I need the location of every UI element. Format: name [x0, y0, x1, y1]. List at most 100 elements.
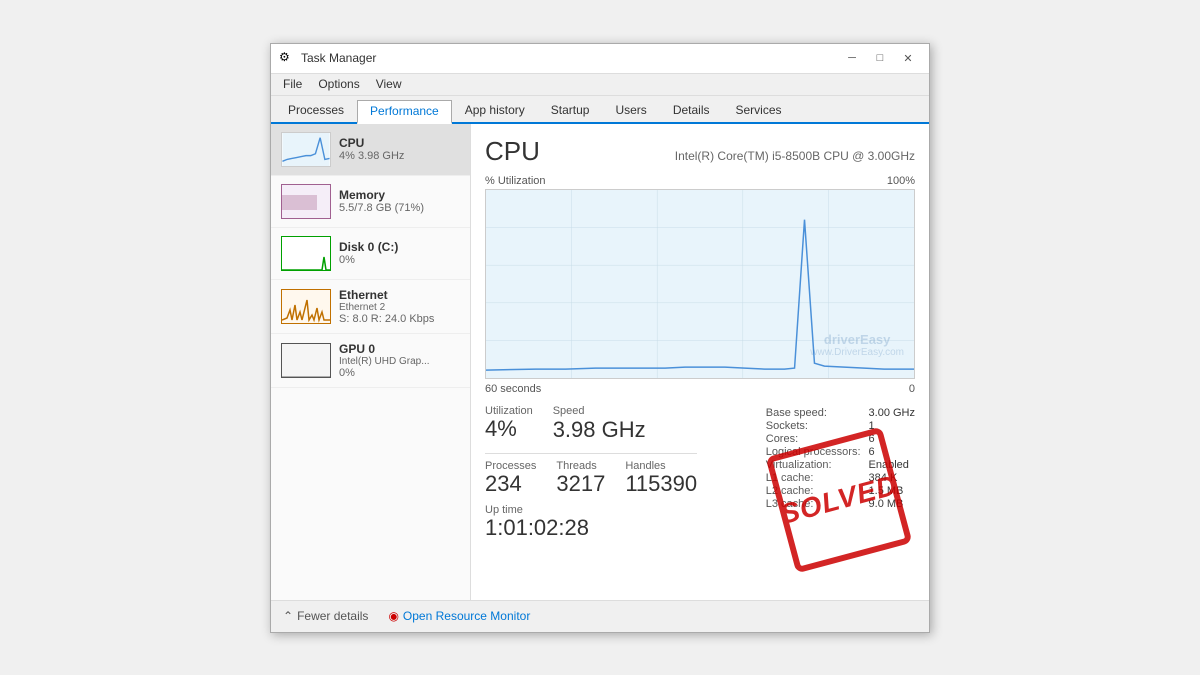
window-controls: ─ □ ✕ [839, 48, 921, 68]
tab-app-history[interactable]: App history [452, 98, 538, 122]
sidebar-item-disk[interactable]: Disk 0 (C:) 0% [271, 228, 470, 280]
l1-key: L1 cache: [766, 472, 861, 484]
l2-val: 1.5 MB [869, 485, 915, 497]
sidebar-item-gpu[interactable]: GPU 0 Intel(R) UHD Grap... 0% [271, 334, 470, 388]
speed-label: Speed [553, 405, 646, 417]
processes-label: Processes [485, 460, 536, 472]
sockets-key: Sockets: [766, 420, 861, 432]
cpu-title: CPU [485, 136, 540, 167]
memory-sidebar-label: Memory [339, 188, 424, 202]
menu-file[interactable]: File [275, 75, 310, 93]
task-manager-window: ⚙ Task Manager ─ □ ✕ File Options View P… [270, 43, 930, 633]
disk-sidebar-info: Disk 0 (C:) 0% [339, 240, 398, 266]
tab-startup[interactable]: Startup [538, 98, 603, 122]
utilization-value: 4% [485, 417, 533, 441]
fewer-details-button[interactable]: ⌃ Fewer details [283, 609, 368, 623]
title-bar: ⚙ Task Manager ─ □ ✕ [271, 44, 929, 74]
logical-val: 6 [869, 446, 915, 458]
maximize-button[interactable]: □ [867, 48, 893, 68]
gpu-sidebar-label: GPU 0 [339, 342, 430, 356]
handles-block: Handles 115390 [625, 460, 697, 496]
util-label: % Utilization [485, 175, 546, 187]
base-speed-key: Base speed: [766, 407, 861, 419]
tab-processes[interactable]: Processes [275, 98, 357, 122]
memory-thumbnail [281, 184, 331, 219]
cpu-sidebar-sub: 4% 3.98 GHz [339, 150, 404, 162]
sidebar-item-memory[interactable]: Memory 5.5/7.8 GB (71%) [271, 176, 470, 228]
minimize-button[interactable]: ─ [839, 48, 865, 68]
ethernet-thumbnail [281, 289, 331, 324]
disk-thumbnail [281, 236, 331, 271]
menu-options[interactable]: Options [310, 75, 367, 93]
monitor-icon: ◉ [388, 609, 398, 623]
threads-label: Threads [556, 460, 605, 472]
speed-value: 3.98 GHz [553, 417, 646, 443]
threads-value: 3217 [556, 472, 605, 496]
gpu-thumbnail [281, 343, 331, 378]
main-header: CPU Intel(R) Core(TM) i5-8500B CPU @ 3.0… [485, 136, 915, 167]
processes-block: Processes 234 [485, 460, 536, 496]
disk-sidebar-label: Disk 0 (C:) [339, 240, 398, 254]
ethernet-sidebar-sub: S: 8.0 R: 24.0 Kbps [339, 313, 434, 325]
cpu-chart: driverEasy www.DriverEasy.com [485, 189, 915, 379]
uptime-block: Up time 1:01:02:28 [485, 504, 697, 540]
tab-services[interactable]: Services [723, 98, 795, 122]
speed-block: Speed 3.98 GHz [553, 405, 646, 443]
memory-sidebar-info: Memory 5.5/7.8 GB (71%) [339, 188, 424, 214]
tab-details[interactable]: Details [660, 98, 723, 122]
close-button[interactable]: ✕ [895, 48, 921, 68]
watermark: driverEasy www.DriverEasy.com [810, 332, 904, 358]
time-bar: 60 seconds 0 [485, 383, 915, 395]
gpu-sidebar-info: GPU 0 Intel(R) UHD Grap... 0% [339, 342, 430, 379]
l3-val: 9.0 MB [869, 498, 915, 510]
time-right: 0 [909, 383, 915, 395]
main-panel-wrapper: CPU Intel(R) Core(TM) i5-8500B CPU @ 3.0… [471, 124, 929, 600]
sockets-val: 1 [869, 420, 915, 432]
tabs-bar: Processes Performance App history Startu… [271, 96, 929, 124]
stats-row-1: Utilization 4% Speed 3.98 GHz [485, 405, 697, 443]
logical-key: Logical processors: [766, 446, 861, 458]
processes-value: 234 [485, 472, 536, 496]
handles-value: 115390 [625, 472, 697, 496]
menu-bar: File Options View [271, 74, 929, 96]
l1-val: 384 K [869, 472, 915, 484]
tab-performance[interactable]: Performance [357, 100, 452, 124]
bottom-bar: ⌃ Fewer details ◉ Open Resource Monitor [271, 600, 929, 632]
cores-key: Cores: [766, 433, 861, 445]
main-panel: CPU Intel(R) Core(TM) i5-8500B CPU @ 3.0… [471, 124, 929, 600]
cpu-sidebar-label: CPU [339, 136, 404, 150]
util-bar: % Utilization 100% [485, 175, 915, 187]
details-grid: Base speed: 3.00 GHz Sockets: 1 Cores: 6… [766, 407, 915, 510]
ethernet-sidebar-label: Ethernet [339, 288, 434, 302]
handles-label: Handles [625, 460, 697, 472]
tab-users[interactable]: Users [602, 98, 659, 122]
cpu-thumbnail [281, 132, 331, 167]
menu-view[interactable]: View [368, 75, 410, 93]
cpu-sidebar-info: CPU 4% 3.98 GHz [339, 136, 404, 162]
fewer-details-label: Fewer details [297, 609, 368, 623]
utilization-label: Utilization [485, 405, 533, 417]
gpu-sidebar-sub2: Intel(R) UHD Grap... [339, 356, 430, 367]
l3-key: L3 cache: [766, 498, 861, 510]
window-icon: ⚙ [279, 50, 295, 66]
utilization-block: Utilization 4% [485, 405, 533, 443]
ethernet-sidebar-info: Ethernet Ethernet 2 S: 8.0 R: 24.0 Kbps [339, 288, 434, 325]
processes-row: Processes 234 Threads 3217 Handles 11539… [485, 460, 697, 496]
base-speed-val: 3.00 GHz [869, 407, 915, 419]
open-monitor-link[interactable]: Open Resource Monitor [403, 609, 530, 623]
content-area: CPU 4% 3.98 GHz Memory 5.5/7.8 GB (71%) [271, 124, 929, 600]
memory-sidebar-sub: 5.5/7.8 GB (71%) [339, 202, 424, 214]
l2-key: L2 cache: [766, 485, 861, 497]
sidebar-item-ethernet[interactable]: Ethernet Ethernet 2 S: 8.0 R: 24.0 Kbps [271, 280, 470, 334]
window-title: Task Manager [301, 51, 839, 65]
sidebar-item-cpu[interactable]: CPU 4% 3.98 GHz [271, 124, 470, 176]
cores-val: 6 [869, 433, 915, 445]
virt-key: Virtualization: [766, 459, 861, 471]
gpu-sidebar-sub: 0% [339, 367, 430, 379]
uptime-value: 1:01:02:28 [485, 516, 697, 540]
sidebar: CPU 4% 3.98 GHz Memory 5.5/7.8 GB (71%) [271, 124, 471, 600]
cpu-subtitle: Intel(R) Core(TM) i5-8500B CPU @ 3.00GHz [675, 149, 915, 163]
virt-val: Enabled [869, 459, 915, 471]
chevron-up-icon: ⌃ [283, 609, 293, 623]
uptime-label: Up time [485, 504, 697, 516]
